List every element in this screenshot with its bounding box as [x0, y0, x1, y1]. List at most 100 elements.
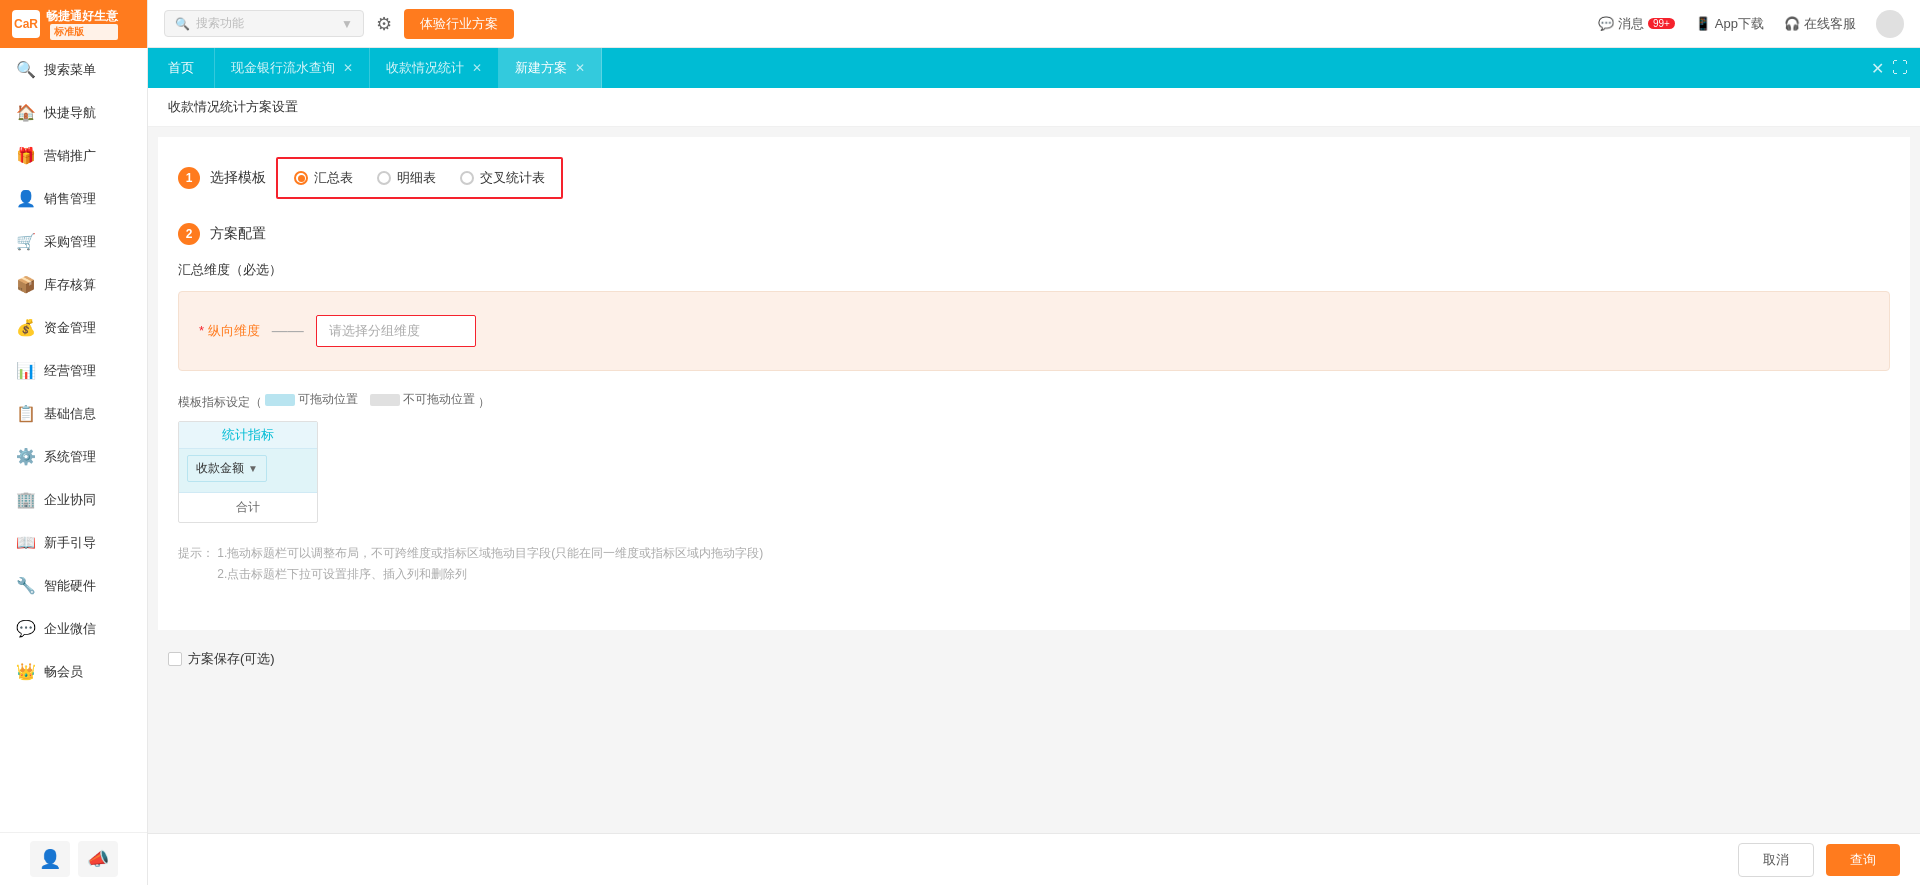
- notification-item[interactable]: 💬 消息 99+: [1598, 15, 1675, 33]
- user-icon: 👤: [16, 189, 36, 208]
- search-icon: 🔍: [16, 60, 36, 79]
- arrow-icon: ——: [272, 322, 304, 340]
- window-expand-btn[interactable]: ⛶: [1892, 59, 1908, 77]
- sidebar-item-member[interactable]: 👑 畅会员: [0, 650, 147, 693]
- tip-line1: 提示： 1.拖动标题栏可以调整布局，不可跨维度或指标区域拖动目字段(只能在同一维…: [178, 543, 1890, 565]
- tab-new-plan[interactable]: 新建方案 ✕: [499, 48, 602, 88]
- indicators-header-suffix: ）: [478, 395, 490, 409]
- tab-close-new-plan[interactable]: ✕: [575, 61, 585, 75]
- cart-icon: 🛒: [16, 232, 36, 251]
- step2-title: 方案配置: [210, 225, 266, 243]
- step2-section: 2 方案配置 汇总维度（必选） * 纵向维度 ——: [178, 223, 1890, 586]
- industry-btn[interactable]: 体验行业方案: [404, 9, 514, 39]
- tip-line2: 2.点击标题栏下拉可设置排序、插入列和删除列: [178, 564, 1890, 586]
- gift-icon: 🎁: [16, 146, 36, 165]
- tab-label: 现金银行流水查询: [231, 59, 335, 77]
- sidebar-item-collab[interactable]: 🏢 企业协同: [0, 478, 147, 521]
- legend-non-draggable: 不可拖动位置: [370, 391, 475, 408]
- service-item[interactable]: 🎧 在线客服: [1784, 15, 1856, 33]
- sub-indicator-total: 合计: [179, 493, 317, 522]
- indicators-header-pre: 模板指标设定（: [178, 395, 262, 409]
- sidebar-item-sales[interactable]: 👤 销售管理: [0, 177, 147, 220]
- gear-icon: ⚙️: [16, 447, 36, 466]
- save-checkbox[interactable]: [168, 652, 182, 666]
- radio-label-crosstab: 交叉统计表: [480, 169, 545, 187]
- sidebar-item-search[interactable]: 🔍 搜索菜单: [0, 48, 147, 91]
- topbar: 🔍 搜索功能 ▼ ⚙ 体验行业方案 💬 消息 99+ 📱 App下载 🎧 在线客…: [148, 0, 1920, 48]
- sidebar-item-guide[interactable]: 📖 新手引导: [0, 521, 147, 564]
- legend-non-draggable-label: 不可拖动位置: [403, 391, 475, 408]
- radio-summary[interactable]: 汇总表: [294, 169, 353, 187]
- sidebar-item-label: 企业微信: [44, 620, 96, 638]
- tab-receipts[interactable]: 收款情况统计 ✕: [370, 48, 499, 88]
- sidebar-item-system[interactable]: ⚙️ 系统管理: [0, 435, 147, 478]
- chart-icon: 📊: [16, 361, 36, 380]
- dimension-select[interactable]: 请选择分组维度: [316, 315, 476, 347]
- sidebar-item-inventory[interactable]: 📦 库存核算: [0, 263, 147, 306]
- sidebar-footer-btn2[interactable]: 📣: [78, 841, 118, 877]
- settings-icon[interactable]: ⚙: [376, 13, 392, 35]
- user-avatar[interactable]: [1876, 10, 1904, 38]
- indicators-header: 模板指标设定（ 可拖动位置 不可拖动位置 ）: [178, 391, 1890, 411]
- sidebar-item-hardware[interactable]: 🔧 智能硬件: [0, 564, 147, 607]
- tool-icon: 🔧: [16, 576, 36, 595]
- indicator-tag-amount[interactable]: 收款金额 ▼: [187, 455, 267, 482]
- step1-title: 选择模板: [210, 169, 266, 187]
- dimension-placeholder: 请选择分组维度: [329, 323, 420, 338]
- sidebar-logo: CaR 畅捷通好生意 标准版: [0, 0, 147, 48]
- sidebar-item-finance[interactable]: 💰 资金管理: [0, 306, 147, 349]
- sidebar-item-nav[interactable]: 🏠 快捷导航: [0, 91, 147, 134]
- sidebar-item-label: 智能硬件: [44, 577, 96, 595]
- notification-label: 消息: [1618, 15, 1644, 33]
- crown-icon: 👑: [16, 662, 36, 681]
- message-icon: 💬: [1598, 16, 1614, 31]
- tab-home[interactable]: 首页: [148, 48, 215, 88]
- sidebar-footer-btn1[interactable]: 👤: [30, 841, 70, 877]
- step1-badge: 1: [178, 167, 200, 189]
- window-close-btn[interactable]: ✕: [1871, 59, 1884, 78]
- sidebar-item-label: 企业协同: [44, 491, 96, 509]
- tab-cashflow[interactable]: 现金银行流水查询 ✕: [215, 48, 370, 88]
- sidebar-item-basics[interactable]: 📋 基础信息: [0, 392, 147, 435]
- download-item[interactable]: 📱 App下载: [1695, 15, 1764, 33]
- sidebar-item-label: 新手引导: [44, 534, 96, 552]
- sidebar-item-wechat[interactable]: 💬 企业微信: [0, 607, 147, 650]
- home-icon: 🏠: [16, 103, 36, 122]
- query-button[interactable]: 查询: [1826, 844, 1900, 876]
- building-icon: 🏢: [16, 490, 36, 509]
- form-container: 1 选择模板 汇总表 明细表 交叉统计表: [158, 137, 1910, 630]
- radio-label-detail: 明细表: [397, 169, 436, 187]
- sidebar-item-label: 资金管理: [44, 319, 96, 337]
- topbar-search-box[interactable]: 🔍 搜索功能 ▼: [164, 10, 364, 37]
- sidebar-item-purchase[interactable]: 🛒 采购管理: [0, 220, 147, 263]
- sidebar-item-operations[interactable]: 📊 经营管理: [0, 349, 147, 392]
- tabbar-actions: ✕ ⛶: [1871, 59, 1920, 78]
- sidebar-item-label: 采购管理: [44, 233, 96, 251]
- search-icon: 🔍: [175, 17, 190, 31]
- radio-crosstab[interactable]: 交叉统计表: [460, 169, 545, 187]
- dimension-config: 汇总维度（必选） * 纵向维度 —— 请选择分组维度: [178, 261, 1890, 371]
- service-label: 在线客服: [1804, 15, 1856, 33]
- sidebar-item-label: 搜索菜单: [44, 61, 96, 79]
- tab-close-receipts[interactable]: ✕: [472, 61, 482, 75]
- content-area: 收款情况统计方案设置 1 选择模板 汇总表 明细表: [148, 88, 1920, 833]
- tab-label: 收款情况统计: [386, 59, 464, 77]
- radio-detail[interactable]: 明细表: [377, 169, 436, 187]
- logo-abbr: CaR: [14, 17, 38, 31]
- indicators-section: 模板指标设定（ 可拖动位置 不可拖动位置 ）: [178, 391, 1890, 523]
- sidebar-item-marketing[interactable]: 🎁 营销推广: [0, 134, 147, 177]
- save-label: 方案保存(可选): [188, 650, 275, 668]
- indicator-tag-row: 收款金额 ▼: [179, 449, 317, 493]
- tab-close-cashflow[interactable]: ✕: [343, 61, 353, 75]
- cancel-button[interactable]: 取消: [1738, 843, 1814, 877]
- tips-section: 提示： 1.拖动标题栏可以调整布局，不可跨维度或指标区域拖动目字段(只能在同一维…: [178, 543, 1890, 586]
- book-icon: 📖: [16, 533, 36, 552]
- indicators-table: 统计指标 收款金额 ▼ 合计: [178, 421, 318, 523]
- step1-section: 1 选择模板 汇总表 明细表 交叉统计表: [178, 157, 1890, 199]
- chevron-down-icon: ▼: [248, 463, 258, 474]
- sidebar: CaR 畅捷通好生意 标准版 🔍 搜索菜单 🏠 快捷导航 🎁 营销推广 👤 销售…: [0, 0, 148, 885]
- step2-header: 2 方案配置: [178, 223, 1890, 245]
- dimension-area: * 纵向维度 —— 请选择分组维度: [178, 291, 1890, 371]
- download-icon: 📱: [1695, 16, 1711, 31]
- dimension-required-mark: * 纵向维度: [199, 322, 260, 340]
